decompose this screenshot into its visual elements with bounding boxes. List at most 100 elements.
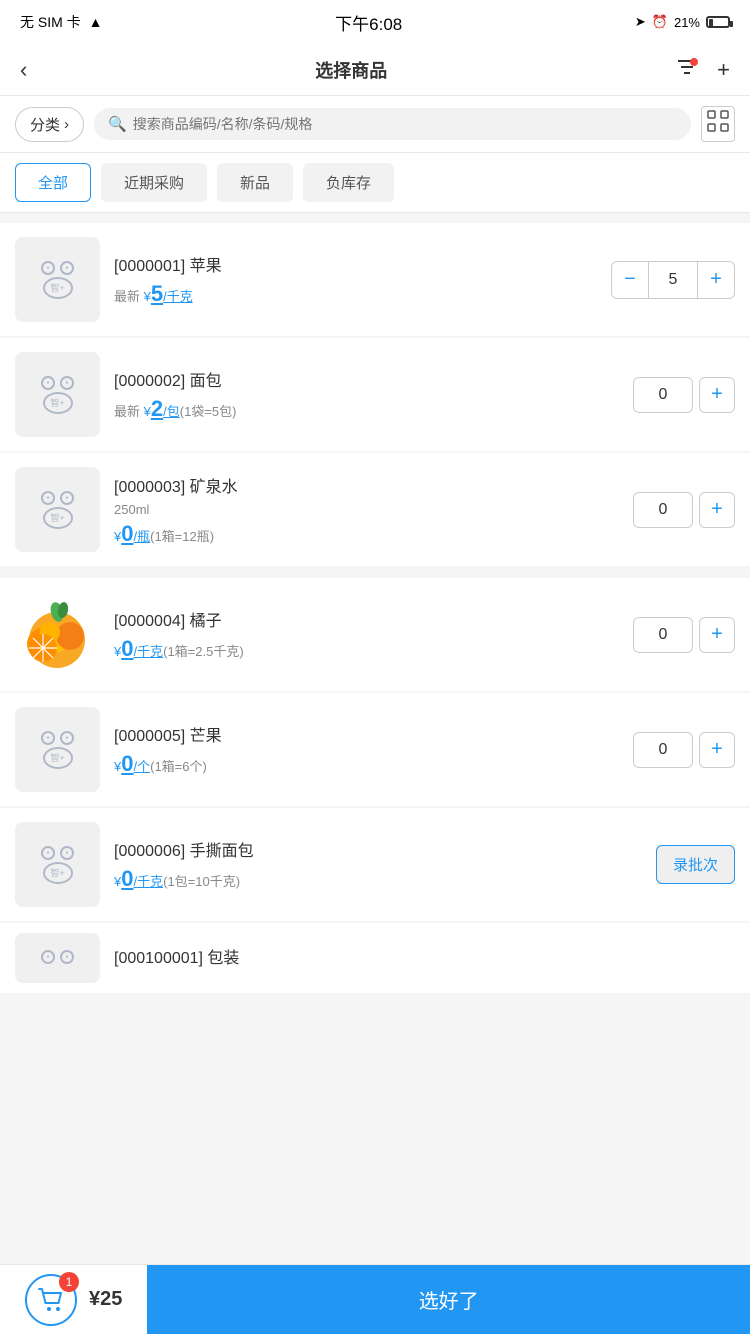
confirm-button[interactable]: 选好了	[147, 1265, 750, 1334]
list-item: 智+ [0000006] 手撕面包 ¥0/千克(1包=10千克) 录批次	[0, 808, 750, 921]
search-box: 🔍	[94, 108, 691, 140]
owl-placeholder: 智+	[41, 846, 74, 884]
tab-negative[interactable]: 负库存	[303, 163, 394, 202]
owl-body: 智+	[43, 277, 73, 299]
product-price: ¥0/千克(1箱=2.5千克)	[114, 636, 619, 662]
batch-button[interactable]: 录批次	[656, 845, 735, 884]
status-time: 下午6:08	[335, 10, 402, 35]
owl-body: 智+	[43, 392, 73, 414]
product-name: [0000006] 手撕面包	[114, 837, 642, 861]
product-name: [0000004] 橘子	[114, 607, 619, 631]
product-price: ¥0/个(1箱=6个)	[114, 751, 619, 777]
decrease-button[interactable]: −	[612, 262, 648, 298]
product-spec: 250ml	[114, 502, 619, 517]
product-thumbnail: 智+	[15, 467, 100, 552]
product-name: [0000002] 面包	[114, 367, 619, 391]
increase-button[interactable]: +	[699, 617, 735, 653]
tab-new[interactable]: 新品	[217, 163, 293, 202]
quantity-control: 0 +	[633, 732, 735, 768]
product-thumbnail: 智+	[15, 822, 100, 907]
quantity-control: 0 +	[633, 377, 735, 413]
owl-eye-left	[41, 731, 55, 745]
owl-eye-right	[60, 950, 74, 964]
product-info: [0000005] 芒果 ¥0/个(1箱=6个)	[114, 722, 619, 777]
list-item: [000100001] 包装	[0, 923, 750, 993]
quantity-value: 0	[633, 377, 693, 413]
product-info: [000100001] 包装	[114, 944, 735, 973]
cart-total: ¥25	[89, 1288, 122, 1311]
bottom-bar: 1 ¥25 选好了	[0, 1264, 750, 1334]
list-item: 智+ [0000001] 苹果 最新 ¥5/千克 − 5 +	[0, 223, 750, 336]
back-button[interactable]: ‹	[20, 57, 27, 83]
tab-recent[interactable]: 近期采购	[101, 163, 207, 202]
tab-all[interactable]: 全部	[15, 163, 91, 202]
alarm-icon: ⏰	[652, 14, 668, 30]
quantity-control: 0 +	[633, 492, 735, 528]
owl-eye-right	[60, 731, 74, 745]
category-button[interactable]: 分类 ›	[15, 107, 84, 142]
quantity-value: 0	[633, 732, 693, 768]
owl-placeholder: 智+	[41, 261, 74, 299]
product-price: ¥0/瓶(1箱=12瓶)	[114, 521, 619, 547]
owl-body: 智+	[43, 862, 73, 884]
nav-right: +	[675, 56, 730, 83]
product-price: 最新 ¥5/千克	[114, 281, 597, 307]
page-title: 选择商品	[315, 57, 387, 83]
wifi-icon: ▲	[89, 14, 103, 30]
carrier-text: 无 SIM 卡	[20, 12, 81, 32]
list-item: [0000004] 橘子 ¥0/千克(1箱=2.5千克) 0 +	[0, 578, 750, 691]
increase-button[interactable]: +	[698, 262, 734, 298]
product-thumbnail: 智+	[15, 237, 100, 322]
status-right: ➤ ⏰ 21%	[635, 14, 730, 30]
quantity-value: 5	[648, 262, 698, 298]
filter-button[interactable]	[675, 56, 699, 83]
product-price: 最新 ¥2/包(1袋=5包)	[114, 396, 619, 422]
owl-body: 智+	[43, 747, 73, 769]
battery-icon	[706, 16, 730, 28]
search-icon: 🔍	[108, 115, 127, 133]
product-thumbnail	[15, 933, 100, 983]
owl-eye-left	[41, 491, 55, 505]
cart-icon	[37, 1287, 65, 1313]
increase-button[interactable]: +	[699, 732, 735, 768]
increase-button[interactable]: +	[699, 377, 735, 413]
product-thumbnail	[15, 592, 100, 677]
owl-eye-left	[41, 846, 55, 860]
product-info: [0000001] 苹果 最新 ¥5/千克	[114, 252, 597, 307]
scan-button[interactable]	[701, 106, 735, 142]
tabs-row: 全部 近期采购 新品 负库存	[0, 153, 750, 213]
product-info: [0000002] 面包 最新 ¥2/包(1袋=5包)	[114, 367, 619, 422]
product-list: 智+ [0000001] 苹果 最新 ¥5/千克 − 5 + 智+	[0, 223, 750, 993]
search-input[interactable]	[133, 116, 677, 132]
battery-text: 21%	[674, 15, 700, 30]
list-item: 智+ [0000002] 面包 最新 ¥2/包(1袋=5包) 0 +	[0, 338, 750, 451]
quantity-control: − 5 +	[611, 261, 735, 299]
product-thumbnail: 智+	[15, 352, 100, 437]
divider	[0, 568, 750, 578]
owl-eye-right	[60, 261, 74, 275]
product-name: [000100001] 包装	[114, 944, 735, 968]
product-info: [0000003] 矿泉水 250ml ¥0/瓶(1箱=12瓶)	[114, 473, 619, 547]
add-button[interactable]: +	[717, 57, 730, 83]
product-name: [0000005] 芒果	[114, 722, 619, 746]
cart-area[interactable]: 1 ¥25	[0, 1274, 147, 1326]
status-bar: 无 SIM 卡 ▲ 下午6:08 ➤ ⏰ 21%	[0, 0, 750, 44]
increase-button[interactable]: +	[699, 492, 735, 528]
list-item: 智+ [0000005] 芒果 ¥0/个(1箱=6个) 0 +	[0, 693, 750, 806]
location-icon: ➤	[635, 14, 646, 30]
nav-left: ‹	[20, 57, 27, 83]
chevron-right-icon: ›	[64, 116, 69, 133]
quantity-control: 0 +	[633, 617, 735, 653]
owl-eye-right	[60, 376, 74, 390]
owl-eye-left	[41, 261, 55, 275]
owl-eye-left	[41, 950, 55, 964]
cart-badge: 1	[59, 1272, 79, 1292]
product-price: ¥0/千克(1包=10千克)	[114, 866, 642, 892]
product-info: [0000006] 手撕面包 ¥0/千克(1包=10千克)	[114, 837, 642, 892]
divider	[0, 213, 750, 223]
owl-eye-right	[60, 491, 74, 505]
product-thumbnail: 智+	[15, 707, 100, 792]
search-row: 分类 › 🔍	[0, 96, 750, 153]
cart-icon-wrap: 1	[25, 1274, 77, 1326]
quantity-value: 0	[633, 492, 693, 528]
